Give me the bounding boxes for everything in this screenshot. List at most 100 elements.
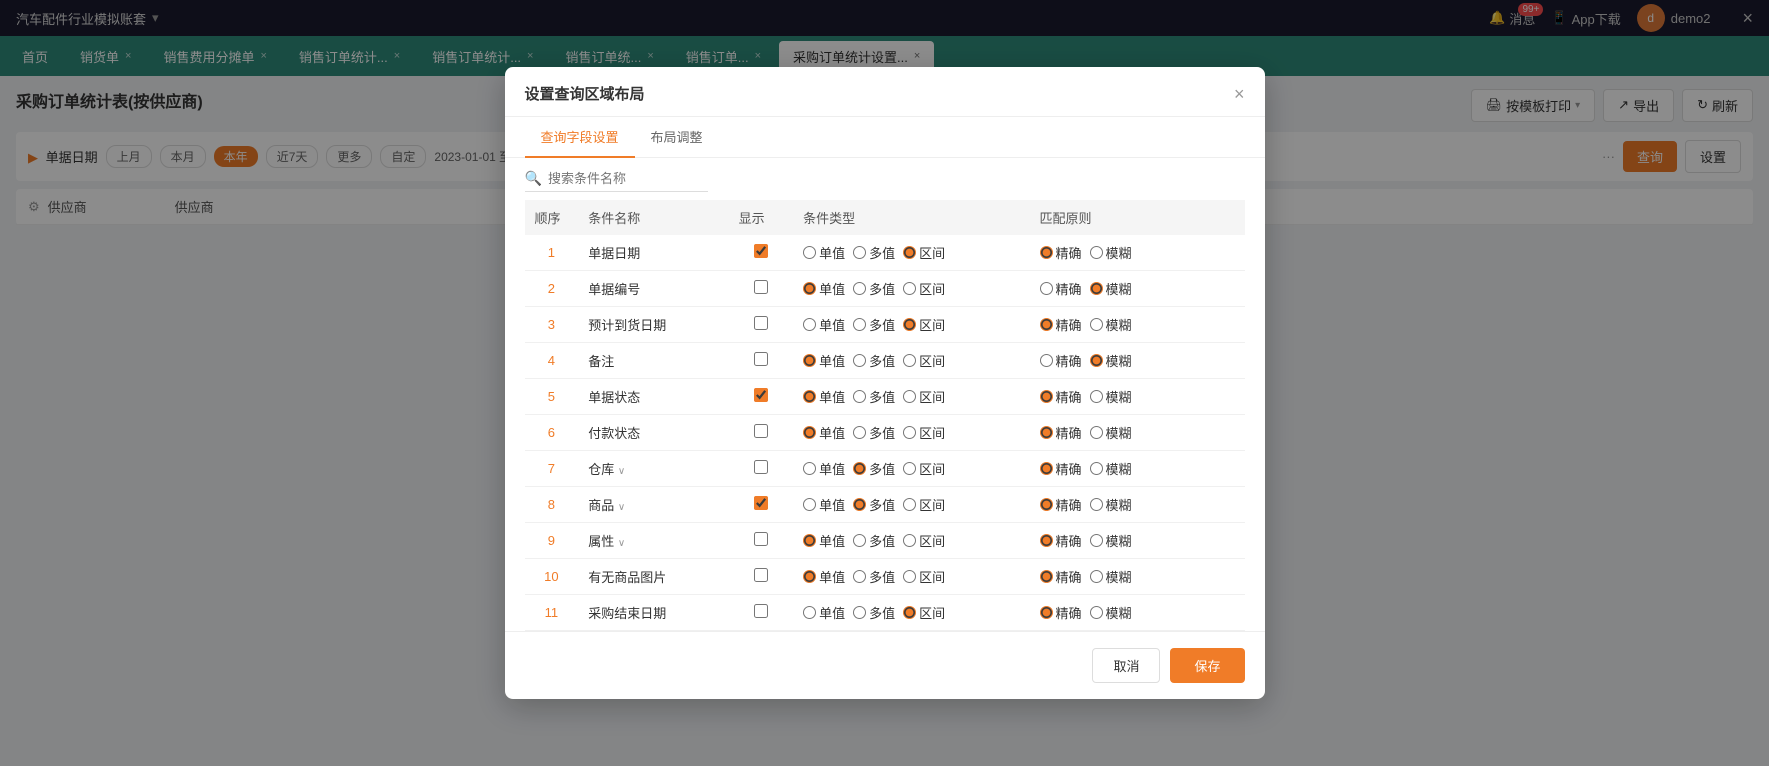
match-rule-option[interactable]: 模糊 bbox=[1090, 567, 1132, 586]
cond-type-option[interactable]: 多值 bbox=[853, 351, 895, 370]
cond-type-radio[interactable] bbox=[853, 426, 866, 439]
cond-type-radio[interactable] bbox=[903, 426, 916, 439]
match-rule-option[interactable]: 模糊 bbox=[1090, 423, 1132, 442]
cond-type-radio[interactable] bbox=[853, 246, 866, 259]
match-rule-option[interactable]: 模糊 bbox=[1090, 351, 1132, 370]
match-rule-radio[interactable] bbox=[1090, 390, 1103, 403]
cond-type-option[interactable]: 区间 bbox=[903, 279, 945, 298]
row-display[interactable] bbox=[729, 487, 793, 523]
match-rule-radio[interactable] bbox=[1090, 534, 1103, 547]
cond-type-radio[interactable] bbox=[903, 462, 916, 475]
match-rule-radio[interactable] bbox=[1040, 498, 1053, 511]
match-rule-option[interactable]: 精确 bbox=[1040, 603, 1082, 622]
cond-type-option[interactable]: 单值 bbox=[803, 567, 845, 586]
match-rule-option[interactable]: 模糊 bbox=[1090, 315, 1132, 334]
row-display[interactable] bbox=[729, 271, 793, 307]
display-checkbox[interactable] bbox=[754, 460, 768, 474]
display-checkbox[interactable] bbox=[754, 388, 768, 402]
cond-type-option[interactable]: 多值 bbox=[853, 603, 895, 622]
cond-type-option[interactable]: 单值 bbox=[803, 315, 845, 334]
match-rule-radio[interactable] bbox=[1090, 426, 1103, 439]
cond-type-option[interactable]: 区间 bbox=[903, 495, 945, 514]
cond-type-radio[interactable] bbox=[803, 570, 816, 583]
match-rule-radio[interactable] bbox=[1040, 534, 1053, 547]
cond-type-radio[interactable] bbox=[853, 354, 866, 367]
match-rule-radio[interactable] bbox=[1040, 426, 1053, 439]
cond-type-option[interactable]: 多值 bbox=[853, 423, 895, 442]
display-checkbox[interactable] bbox=[754, 316, 768, 330]
cond-type-radio[interactable] bbox=[803, 426, 816, 439]
row-display[interactable] bbox=[729, 343, 793, 379]
match-rule-option[interactable]: 模糊 bbox=[1090, 603, 1132, 622]
tab-layout[interactable]: 布局调整 bbox=[635, 117, 719, 158]
cond-type-option[interactable]: 单值 bbox=[803, 243, 845, 262]
cond-type-option[interactable]: 多值 bbox=[853, 531, 895, 550]
cond-type-radio[interactable] bbox=[803, 318, 816, 331]
cond-type-radio[interactable] bbox=[853, 534, 866, 547]
match-rule-radio[interactable] bbox=[1040, 390, 1053, 403]
row-display[interactable] bbox=[729, 559, 793, 595]
cond-type-option[interactable]: 单值 bbox=[803, 495, 845, 514]
cond-type-radio[interactable] bbox=[903, 318, 916, 331]
cond-type-radio[interactable] bbox=[903, 246, 916, 259]
cond-type-option[interactable]: 单值 bbox=[803, 351, 845, 370]
match-rule-radio[interactable] bbox=[1040, 318, 1053, 331]
match-rule-option[interactable]: 精确 bbox=[1040, 243, 1082, 262]
cond-type-option[interactable]: 多值 bbox=[853, 387, 895, 406]
cond-type-option[interactable]: 单值 bbox=[803, 531, 845, 550]
cond-type-radio[interactable] bbox=[803, 534, 816, 547]
cond-type-option[interactable]: 区间 bbox=[903, 351, 945, 370]
match-rule-radio[interactable] bbox=[1040, 606, 1053, 619]
cond-type-radio[interactable] bbox=[803, 606, 816, 619]
match-rule-option[interactable]: 精确 bbox=[1040, 459, 1082, 478]
cond-type-option[interactable]: 单值 bbox=[803, 459, 845, 478]
cond-type-radio[interactable] bbox=[853, 390, 866, 403]
cond-type-option[interactable]: 多值 bbox=[853, 459, 895, 478]
display-checkbox[interactable] bbox=[754, 568, 768, 582]
cond-type-radio[interactable] bbox=[903, 282, 916, 295]
match-rule-radio[interactable] bbox=[1090, 354, 1103, 367]
row-display[interactable] bbox=[729, 379, 793, 415]
cond-type-radio[interactable] bbox=[903, 498, 916, 511]
cond-type-option[interactable]: 区间 bbox=[903, 315, 945, 334]
row-display[interactable] bbox=[729, 235, 793, 271]
match-rule-option[interactable]: 模糊 bbox=[1090, 279, 1132, 298]
match-rule-radio[interactable] bbox=[1090, 282, 1103, 295]
dialog-close-button[interactable]: × bbox=[1234, 85, 1245, 103]
match-rule-option[interactable]: 精确 bbox=[1040, 387, 1082, 406]
match-rule-radio[interactable] bbox=[1090, 462, 1103, 475]
match-rule-radio[interactable] bbox=[1040, 354, 1053, 367]
cond-type-radio[interactable] bbox=[853, 462, 866, 475]
match-rule-radio[interactable] bbox=[1090, 318, 1103, 331]
cond-type-radio[interactable] bbox=[903, 354, 916, 367]
cond-type-radio[interactable] bbox=[903, 534, 916, 547]
row-display[interactable] bbox=[729, 523, 793, 559]
cond-type-option[interactable]: 多值 bbox=[853, 567, 895, 586]
display-checkbox[interactable] bbox=[754, 244, 768, 258]
match-rule-option[interactable]: 模糊 bbox=[1090, 243, 1132, 262]
match-rule-radio[interactable] bbox=[1040, 282, 1053, 295]
cond-type-radio[interactable] bbox=[853, 570, 866, 583]
cond-type-option[interactable]: 区间 bbox=[903, 243, 945, 262]
match-rule-option[interactable]: 精确 bbox=[1040, 423, 1082, 442]
match-rule-option[interactable]: 模糊 bbox=[1090, 459, 1132, 478]
cond-type-radio[interactable] bbox=[903, 570, 916, 583]
cond-type-option[interactable]: 区间 bbox=[903, 459, 945, 478]
match-rule-option[interactable]: 精确 bbox=[1040, 567, 1082, 586]
cond-type-option[interactable]: 区间 bbox=[903, 423, 945, 442]
cond-type-option[interactable]: 单值 bbox=[803, 603, 845, 622]
row-display[interactable] bbox=[729, 307, 793, 343]
cond-type-radio[interactable] bbox=[853, 318, 866, 331]
save-button[interactable]: 保存 bbox=[1170, 648, 1244, 683]
match-rule-option[interactable]: 精确 bbox=[1040, 531, 1082, 550]
cond-type-radio[interactable] bbox=[803, 462, 816, 475]
cond-type-radio[interactable] bbox=[803, 282, 816, 295]
display-checkbox[interactable] bbox=[754, 532, 768, 546]
cond-type-radio[interactable] bbox=[803, 246, 816, 259]
cond-type-radio[interactable] bbox=[903, 390, 916, 403]
cond-type-option[interactable]: 区间 bbox=[903, 567, 945, 586]
search-input[interactable] bbox=[548, 171, 708, 186]
match-rule-option[interactable]: 模糊 bbox=[1090, 387, 1132, 406]
cond-type-radio[interactable] bbox=[853, 606, 866, 619]
cond-type-option[interactable]: 单值 bbox=[803, 279, 845, 298]
